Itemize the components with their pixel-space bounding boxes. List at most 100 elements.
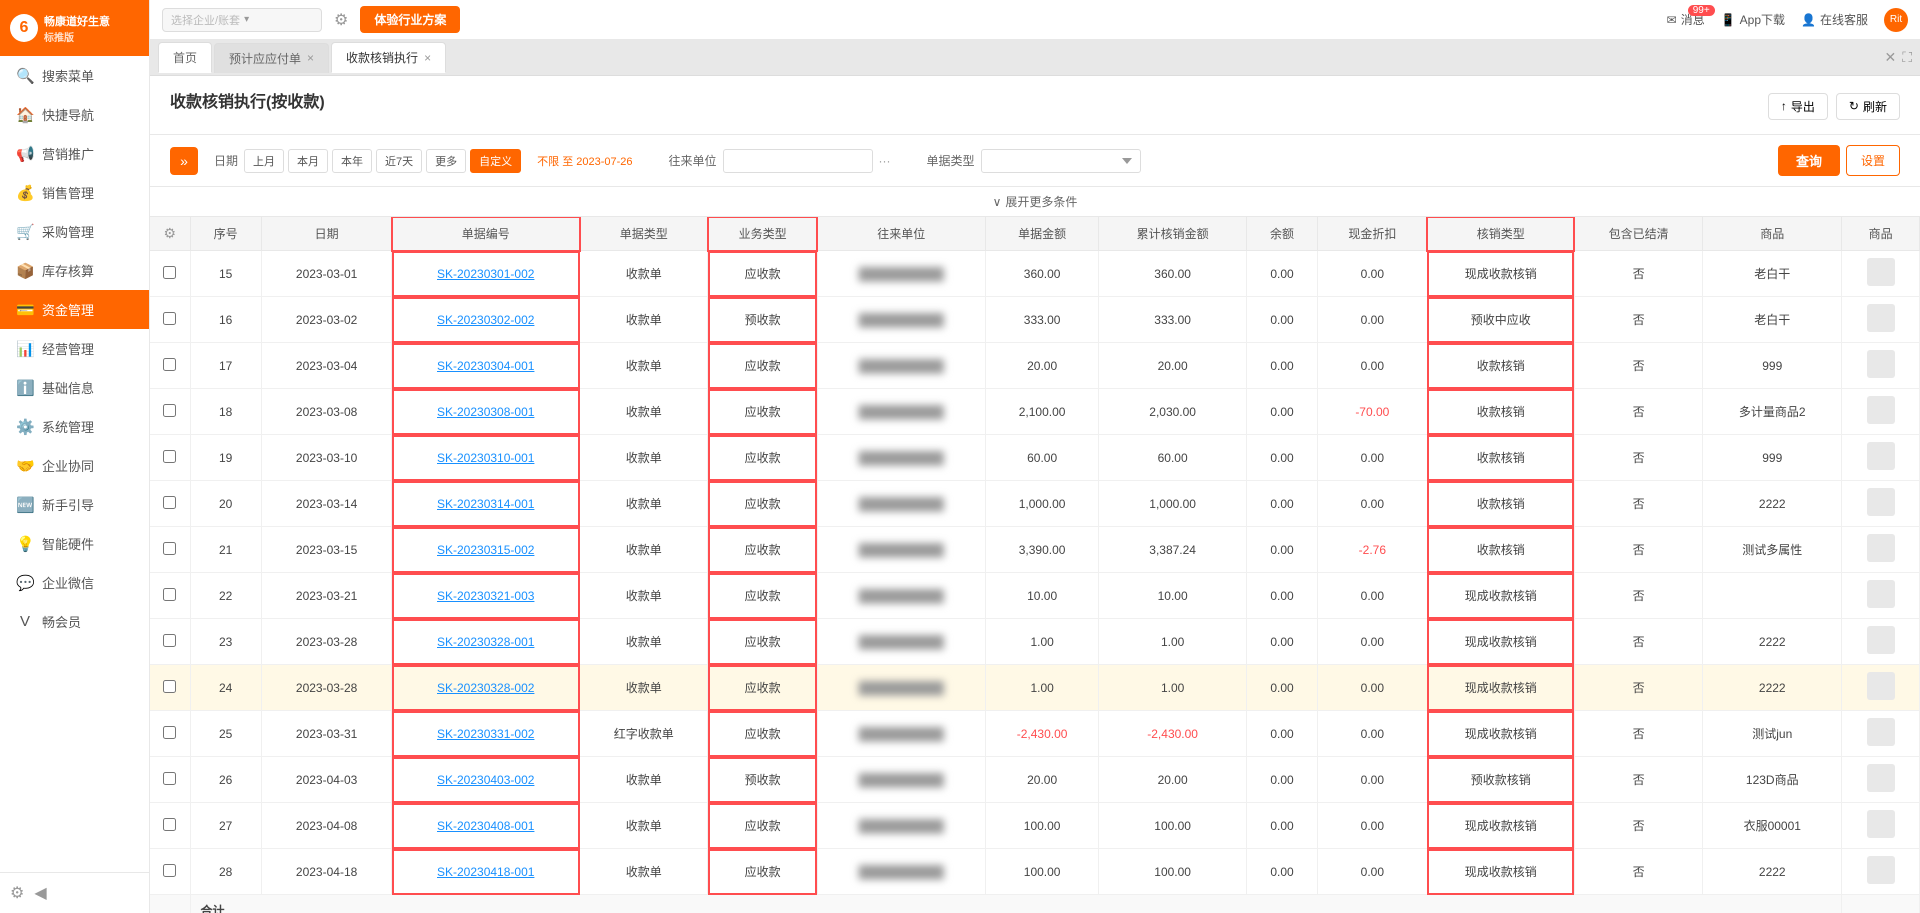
bill-no-link[interactable]: SK-20230321-003 bbox=[437, 589, 534, 603]
date-btn-this-year[interactable]: 本年 bbox=[332, 149, 372, 173]
td-checkbox[interactable] bbox=[150, 573, 190, 619]
bill-no-link[interactable]: SK-20230328-001 bbox=[437, 635, 534, 649]
sidebar-item-quick-nav[interactable]: 🏠快捷导航 bbox=[0, 95, 149, 134]
row-checkbox[interactable] bbox=[163, 864, 176, 877]
tab-expand-icon[interactable]: ⛶ bbox=[1902, 49, 1912, 66]
tab-collection[interactable]: 收款核销执行 × bbox=[331, 42, 446, 73]
partner-ellipsis[interactable]: ··· bbox=[879, 154, 891, 168]
bill-no-link[interactable]: SK-20230301-002 bbox=[437, 267, 534, 281]
export-button[interactable]: ↑ 导出 bbox=[1768, 93, 1828, 120]
bill-no-link[interactable]: SK-20230408-001 bbox=[437, 819, 534, 833]
bill-no-link[interactable]: SK-20230310-001 bbox=[437, 451, 534, 465]
td-checkbox[interactable] bbox=[150, 527, 190, 573]
row-checkbox[interactable] bbox=[163, 358, 176, 371]
tab-receivable[interactable]: 预计应应付单 × bbox=[214, 43, 329, 73]
sidebar-item-inventory[interactable]: 📦库存核算 bbox=[0, 251, 149, 290]
tab-collection-close[interactable]: × bbox=[424, 51, 431, 65]
date-btn-custom[interactable]: 自定义 bbox=[470, 149, 521, 173]
date-btn-this-month[interactable]: 本月 bbox=[288, 149, 328, 173]
expand-more-bar[interactable]: ∨ 展开更多条件 bbox=[150, 187, 1920, 217]
date-btn-prev-month[interactable]: 上月 bbox=[244, 149, 284, 173]
solution-button[interactable]: 体验行业方案 bbox=[360, 6, 460, 33]
row-checkbox[interactable] bbox=[163, 726, 176, 739]
sidebar-item-enterprise[interactable]: 🤝企业协同 bbox=[0, 446, 149, 485]
bill-no-link[interactable]: SK-20230315-002 bbox=[437, 543, 534, 557]
row-checkbox[interactable] bbox=[163, 312, 176, 325]
row-checkbox[interactable] bbox=[163, 496, 176, 509]
sidebar-item-operation[interactable]: 📊经营管理 bbox=[0, 329, 149, 368]
filter-expand-btn[interactable]: » bbox=[170, 147, 198, 175]
sidebar-item-search[interactable]: 🔍搜索菜单 bbox=[0, 56, 149, 95]
bill-no-link[interactable]: SK-20230328-002 bbox=[437, 681, 534, 695]
td-checkbox[interactable] bbox=[150, 849, 190, 895]
sidebar-item-marketing[interactable]: 📢营销推广 bbox=[0, 134, 149, 173]
sidebar-item-sales[interactable]: 💰销售管理 bbox=[0, 173, 149, 212]
td-checkbox[interactable] bbox=[150, 297, 190, 343]
row-checkbox[interactable] bbox=[163, 588, 176, 601]
bill-no-link[interactable]: SK-20230302-002 bbox=[437, 313, 534, 327]
row-checkbox[interactable] bbox=[163, 634, 176, 647]
row-checkbox[interactable] bbox=[163, 404, 176, 417]
td-include-settled: 否 bbox=[1574, 251, 1702, 297]
user-avatar[interactable]: Rit bbox=[1884, 8, 1908, 32]
voucher-type-select[interactable] bbox=[981, 149, 1141, 173]
row-checkbox[interactable] bbox=[163, 680, 176, 693]
td-checkbox[interactable] bbox=[150, 665, 190, 711]
td-checkbox[interactable] bbox=[150, 481, 190, 527]
sidebar-item-guide[interactable]: 🆕新手引导 bbox=[0, 485, 149, 524]
row-checkbox[interactable] bbox=[163, 772, 176, 785]
date-btn-more[interactable]: 更多 bbox=[426, 149, 466, 173]
table-section: ⚙ 序号 日期 单据编号 单据类型 业务类型 往来单位 单据金额 累计核销金额 … bbox=[150, 217, 1920, 913]
td-checkbox[interactable] bbox=[150, 803, 190, 849]
table-settings-icon[interactable]: ⚙ bbox=[163, 225, 176, 241]
bill-no-link[interactable]: SK-20230403-002 bbox=[437, 773, 534, 787]
bill-no-link[interactable]: SK-20230418-001 bbox=[437, 865, 534, 879]
td-write-off: 333.00 bbox=[1099, 297, 1246, 343]
bill-no-link[interactable]: SK-20230314-001 bbox=[437, 497, 534, 511]
app-download-item[interactable]: 📱 App下载 bbox=[1721, 11, 1785, 28]
topbar-gear-icon[interactable]: ⚙ bbox=[334, 10, 348, 30]
row-checkbox[interactable] bbox=[163, 818, 176, 831]
td-checkbox[interactable] bbox=[150, 343, 190, 389]
td-checkbox[interactable] bbox=[150, 711, 190, 757]
sidebar-collapse-icon[interactable]: ◀ bbox=[34, 883, 46, 903]
bill-no-link[interactable]: SK-20230308-001 bbox=[437, 405, 534, 419]
td-write-off: 2,030.00 bbox=[1099, 389, 1246, 435]
message-item[interactable]: ✉ 消息 99+ bbox=[1667, 11, 1705, 28]
setting-button[interactable]: 设置 bbox=[1846, 145, 1900, 176]
row-checkbox[interactable] bbox=[163, 266, 176, 279]
tab-home[interactable]: 首页 bbox=[158, 42, 212, 73]
page-actions: ↑ 导出 ↻ 刷新 bbox=[1768, 93, 1900, 120]
sidebar-item-finance[interactable]: 💳资金管理 bbox=[0, 290, 149, 329]
sidebar-item-member[interactable]: V畅会员 bbox=[0, 602, 149, 641]
sidebar-gear-icon[interactable]: ⚙ bbox=[10, 883, 24, 903]
date-btn-7days[interactable]: 近7天 bbox=[376, 149, 422, 173]
table-row: 17 2023-03-04 SK-20230304-001 收款单 应收款 ██… bbox=[150, 343, 1920, 389]
service-item[interactable]: 👤 在线客服 bbox=[1801, 11, 1868, 28]
sidebar-item-system[interactable]: ⚙️系统管理 bbox=[0, 407, 149, 446]
td-bill-type: 收款单 bbox=[580, 343, 708, 389]
td-checkbox[interactable] bbox=[150, 435, 190, 481]
td-checkbox[interactable] bbox=[150, 619, 190, 665]
company-selector[interactable]: 选择企业/账套 ▾ bbox=[162, 8, 322, 32]
td-checkbox[interactable] bbox=[150, 251, 190, 297]
td-checkbox[interactable] bbox=[150, 389, 190, 435]
sidebar-item-basic[interactable]: ℹ️基础信息 bbox=[0, 368, 149, 407]
bill-no-link[interactable]: SK-20230304-001 bbox=[437, 359, 534, 373]
tab-close-all-icon[interactable]: ✕ bbox=[1884, 49, 1896, 66]
sidebar-item-purchase[interactable]: 🛒采购管理 bbox=[0, 212, 149, 251]
query-button[interactable]: 查询 bbox=[1778, 145, 1840, 176]
td-no: 27 bbox=[190, 803, 261, 849]
tab-receivable-close[interactable]: × bbox=[307, 51, 314, 65]
td-amount: 20.00 bbox=[985, 343, 1099, 389]
bill-no-link[interactable]: SK-20230331-002 bbox=[437, 727, 534, 741]
row-checkbox[interactable] bbox=[163, 450, 176, 463]
td-date: 2023-03-10 bbox=[261, 435, 392, 481]
sidebar-item-wechat[interactable]: 💬企业微信 bbox=[0, 563, 149, 602]
th-gear[interactable]: ⚙ bbox=[150, 217, 190, 251]
td-checkbox[interactable] bbox=[150, 757, 190, 803]
partner-filter-input[interactable] bbox=[723, 149, 873, 173]
sidebar-item-hardware[interactable]: 💡智能硬件 bbox=[0, 524, 149, 563]
refresh-button[interactable]: ↻ 刷新 bbox=[1836, 93, 1900, 120]
row-checkbox[interactable] bbox=[163, 542, 176, 555]
